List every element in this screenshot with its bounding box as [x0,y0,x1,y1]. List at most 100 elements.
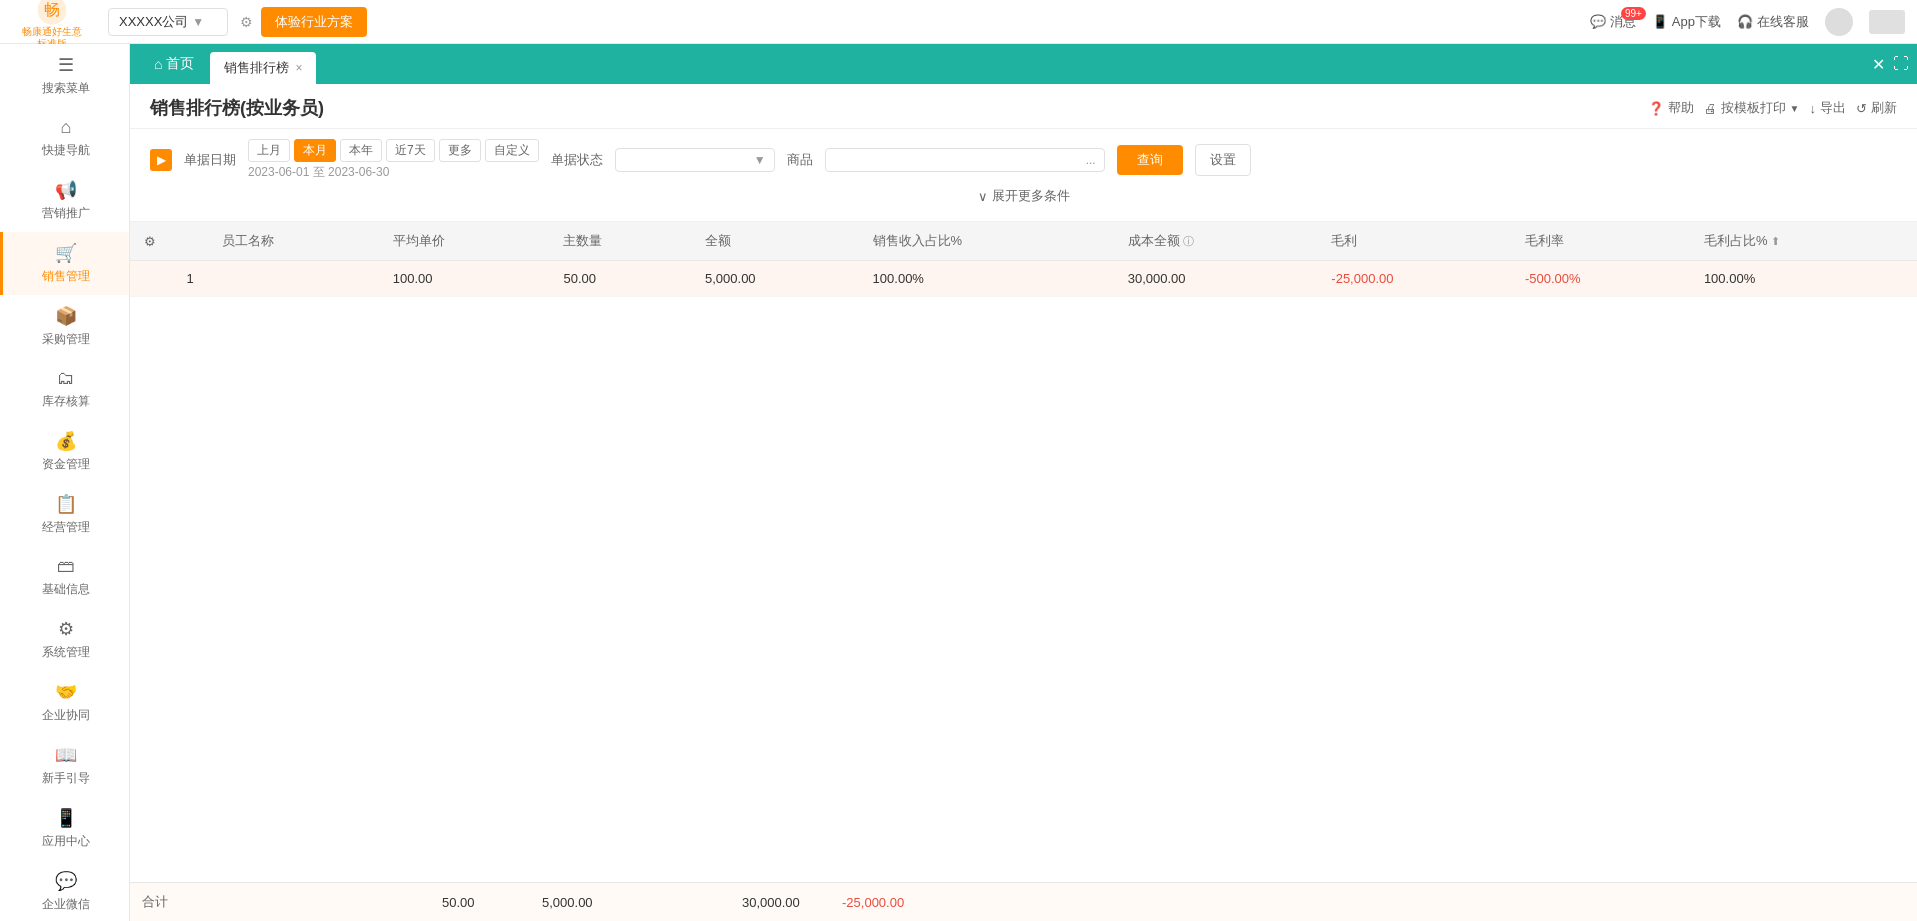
cell-name [210,261,381,297]
settings-button[interactable]: 设置 [1195,144,1251,176]
col-sales-pct: 销售收入占比% [861,222,1116,261]
settings-icon[interactable]: ⚙ [240,14,253,30]
footer-gross: -25,000.00 [842,895,922,910]
app-download-button[interactable]: 📱 App下载 [1652,13,1721,31]
date-more[interactable]: 更多 [439,139,481,162]
trial-button[interactable]: 体验行业方案 [261,7,367,37]
export-button[interactable]: ↓ 导出 [1810,99,1847,117]
sidebar-icon-system: ⚙ [58,618,74,640]
sidebar-item-purchase[interactable]: 📦 采购管理 [0,295,129,358]
tab-sales-ranking[interactable]: 销售排行榜 × [210,52,316,84]
goods-label: 商品 [787,151,813,169]
sidebar-icon-operations: 📋 [55,493,77,515]
sidebar-item-sales[interactable]: 🛒 销售管理 [0,232,129,295]
goods-filter[interactable]: ... [825,148,1105,172]
message-button[interactable]: 💬 消息 99+ [1590,13,1636,31]
sidebar-item-basics[interactable]: 🗃 基础信息 [0,546,129,608]
tab-sales-ranking-label: 销售排行榜 [224,59,289,77]
refresh-button[interactable]: ↺ 刷新 [1856,99,1897,117]
cell-amount: 5,000.00 [693,261,861,297]
col-avg-price: 平均单价 [381,222,552,261]
company-selector[interactable]: XXXXX公司 ▼ [108,8,228,36]
col-settings[interactable]: ⚙ [130,222,170,261]
footer-label: 合计 [142,893,222,911]
home-icon: ⌂ [154,56,162,72]
status-select[interactable]: ▼ [615,148,775,172]
col-gross: 毛利 [1319,222,1513,261]
footer-quantity: 50.00 [442,895,522,910]
online-service-label: 在线客服 [1757,13,1809,31]
query-button[interactable]: 查询 [1117,145,1183,175]
tab-close-icon[interactable]: × [295,61,302,75]
cell-gross-rate: -500.00% [1513,261,1692,297]
sidebar-label-basics: 基础信息 [42,581,90,598]
col-name: 员工名称 [210,222,381,261]
tab-close-window-icon[interactable]: ✕ [1872,55,1885,74]
sidebar-label-search: 搜索菜单 [42,80,90,97]
page-title: 销售排行榜(按业务员) [150,96,324,120]
sidebar-label-sales: 销售管理 [42,268,90,285]
col-settings-icon[interactable]: ⚙ [144,234,156,249]
sidebar-label-wechat: 企业微信 [42,896,90,913]
help-button[interactable]: ❓ 帮助 [1648,99,1694,117]
date-range-display: 2023-06-01 至 2023-06-30 [248,164,539,181]
cell-avg-price: 100.00 [381,261,552,297]
status-label: 单据状态 [551,151,603,169]
sidebar-item-inventory[interactable]: 🗂 库存核算 [0,358,129,420]
sidebar-item-finance[interactable]: 💰 资金管理 [0,420,129,483]
sidebar-icon-quick-nav: ⌂ [61,117,72,138]
cell-gross: -25,000.00 [1319,261,1513,297]
sidebar-item-guide[interactable]: 📖 新手引导 [0,734,129,797]
headset-icon: 🎧 [1737,14,1753,29]
cell-sales-pct: 100.00% [861,261,1116,297]
sidebar-item-operations[interactable]: 📋 经营管理 [0,483,129,546]
sidebar-label-apps: 应用中心 [42,833,90,850]
sidebar-icon-guide: 📖 [55,744,77,766]
sidebar-label-operations: 经营管理 [42,519,90,536]
sidebar-item-enterprise[interactable]: 🤝 企业协同 [0,671,129,734]
online-service-button[interactable]: 🎧 在线客服 [1737,13,1809,31]
sidebar-label-quick-nav: 快捷导航 [42,142,90,159]
sidebar-label-enterprise: 企业协同 [42,707,90,724]
sidebar-item-quick-nav[interactable]: ⌂ 快捷导航 [0,107,129,169]
sidebar-icon-enterprise: 🤝 [55,681,77,703]
table-row: 1 100.00 50.00 5,000.00 100.00% 30,000.0… [130,261,1917,297]
col-rank [170,222,210,261]
sidebar-item-apps[interactable]: 📱 应用中心 [0,797,129,860]
cell-rank: 1 [170,261,210,297]
date-custom[interactable]: 自定义 [485,139,539,162]
footer-cost: 30,000.00 [742,895,822,910]
date-last-month[interactable]: 上月 [248,139,290,162]
sidebar-item-marketing[interactable]: 📢 营销推广 [0,169,129,232]
sidebar-icon-inventory: 🗂 [57,368,75,389]
print-button[interactable]: 🖨 按模板打印 ▼ [1704,99,1800,117]
sidebar-icon-purchase: 📦 [55,305,77,327]
app-download-label: App下载 [1672,13,1721,31]
sidebar-nav: ☰ 搜索菜单 ⌂ 快捷导航 📢 营销推广 🛒 销售管理 📦 采购管理 🗂 库存核… [0,44,129,921]
tab-home[interactable]: ⌂ 首页 [138,44,210,84]
data-table: ⚙ 员工名称 平均单价 主数量 全额 销售收入占比% 成本全额 ⓘ 毛利 毛利率 [130,222,1917,882]
sidebar-label-purchase: 采购管理 [42,331,90,348]
date-last-7-days[interactable]: 近7天 [386,139,435,162]
expand-icon: ∨ [978,189,988,204]
table-body: 1 100.00 50.00 5,000.00 100.00% 30,000.0… [130,261,1917,297]
svg-text:畅: 畅 [44,0,60,17]
company-name: XXXXX公司 [119,13,188,31]
user-name-block [1869,10,1905,34]
tab-home-label: 首页 [166,55,194,73]
print-dropdown-icon[interactable]: ▼ [1790,103,1800,114]
sidebar-label-system: 系统管理 [42,644,90,661]
col-gross-rate: 毛利率 [1513,222,1692,261]
sidebar-item-search[interactable]: ☰ 搜索菜单 [0,44,129,107]
sidebar-icon-sales: 🛒 [55,242,77,264]
date-current-year[interactable]: 本年 [340,139,382,162]
sidebar-item-system[interactable]: ⚙ 系统管理 [0,608,129,671]
expand-more-button[interactable]: ∨ 展开更多条件 [150,181,1897,211]
date-current-month[interactable]: 本月 [294,139,336,162]
tab-maximize-icon[interactable]: ⛶ [1893,55,1909,73]
user-avatar[interactable] [1825,8,1853,36]
sidebar-item-wechat[interactable]: 💬 企业微信 [0,860,129,921]
filter-collapse-button[interactable]: ▶ [150,149,172,171]
cell-quantity: 50.00 [551,261,693,297]
sidebar-icon-finance: 💰 [55,430,77,452]
